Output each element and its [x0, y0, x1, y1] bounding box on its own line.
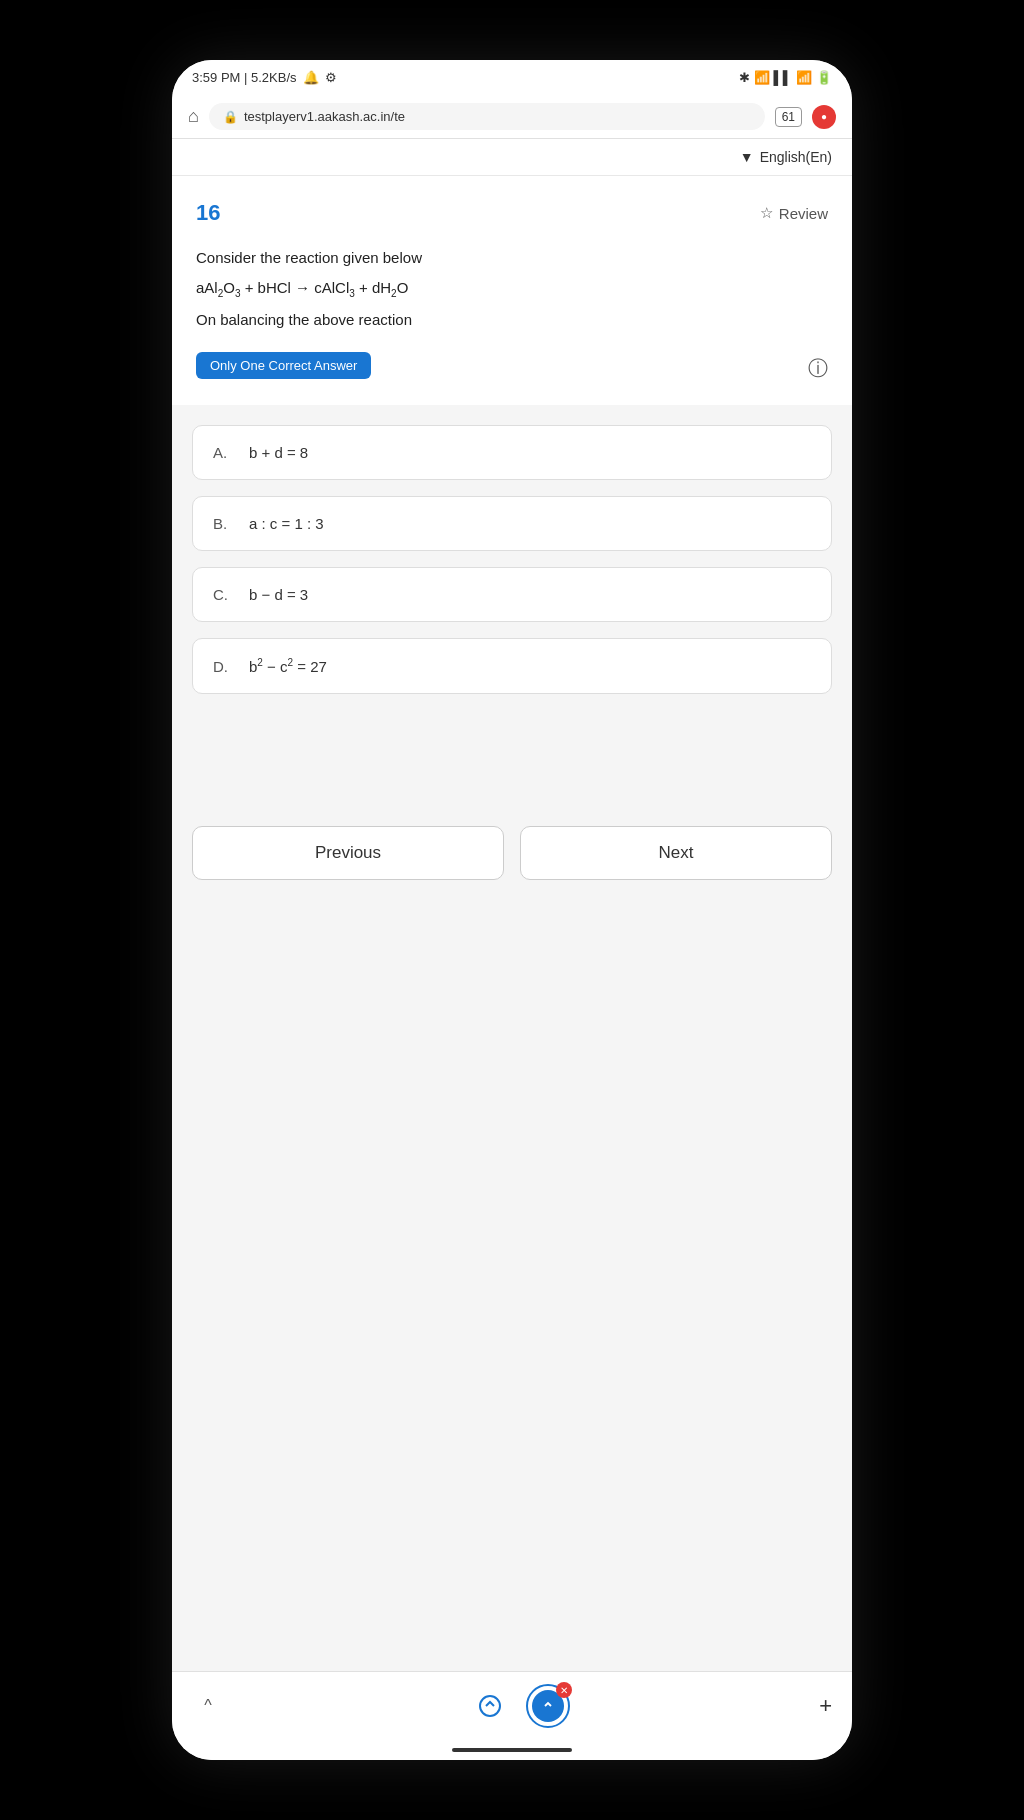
signal-icon: ▌▌ [774, 70, 792, 85]
review-button[interactable]: ☆ Review [760, 204, 828, 222]
bottom-bar: ^ ✕ + [172, 1671, 852, 1740]
settings-icon: ⚙ [325, 70, 337, 85]
bottom-nav-icons: ✕ [474, 1684, 570, 1728]
home-indicator [452, 1748, 572, 1752]
option-d[interactable]: D. b2 − c2 = 27 [192, 638, 832, 694]
nav-buttons: Previous Next [172, 810, 852, 900]
home-bar [172, 1740, 852, 1760]
option-b-label: B. [213, 515, 233, 532]
question-header: 16 ☆ Review [196, 200, 828, 226]
url-text: testplayerv1.aakash.ac.in/te [244, 109, 405, 124]
record-icon: ● [821, 111, 827, 122]
option-c[interactable]: C. b − d = 3 [192, 567, 832, 622]
option-a[interactable]: A. b + d = 8 [192, 425, 832, 480]
chevron-down-icon: ▼ [740, 149, 754, 165]
answer-type-row: Only One Correct Answer ⓘ [196, 352, 828, 385]
lock-icon: 🔒 [223, 110, 238, 124]
address-bar: ⌂ 🔒 testplayerv1.aakash.ac.in/te 61 ● [172, 95, 852, 139]
tab-count[interactable]: 61 [775, 107, 802, 127]
star-icon: ☆ [760, 204, 773, 222]
language-selector[interactable]: ▼ English(En) [740, 149, 832, 165]
option-a-text: b + d = 8 [249, 444, 308, 461]
option-d-label: D. [213, 658, 233, 675]
previous-button[interactable]: Previous [192, 826, 504, 880]
status-bar: 3:59 PM | 5.2KB/s 🔔 ⚙ ✱ 📶 ▌▌ 📶 🔋 [172, 60, 852, 95]
info-icon[interactable]: ⓘ [808, 355, 828, 382]
option-b-text: a : c = 1 : 3 [249, 515, 324, 532]
status-time: 3:59 PM | 5.2KB/s [192, 70, 297, 85]
language-bar: ▼ English(En) [172, 139, 852, 176]
chevron-up-icon[interactable]: ^ [192, 1690, 224, 1722]
option-d-text: b2 − c2 = 27 [249, 657, 327, 675]
bluetooth-icon: ✱ [739, 70, 750, 85]
reaction-equation: aAl2O3 + bHCl → cAlCl3 + dH2O [196, 276, 828, 302]
sim-icon: 📶 [754, 70, 770, 85]
review-label: Review [779, 205, 828, 222]
option-c-text: b − d = 3 [249, 586, 308, 603]
home-icon[interactable]: ⌂ [188, 106, 199, 127]
bottom-circle-button[interactable]: ✕ [526, 1684, 570, 1728]
question-container: 16 ☆ Review Consider the reaction given … [172, 176, 852, 405]
content-area: ▼ English(En) 16 ☆ Review Consider the r… [172, 139, 852, 1671]
language-label: English(En) [760, 149, 832, 165]
plus-icon[interactable]: + [819, 1693, 832, 1719]
answer-type-badge: Only One Correct Answer [196, 352, 371, 379]
status-right: ✱ 📶 ▌▌ 📶 🔋 [739, 70, 832, 85]
status-left: 3:59 PM | 5.2KB/s 🔔 ⚙ [192, 70, 337, 85]
question-text: Consider the reaction given below aAl2O3… [196, 246, 828, 332]
wifi-icon: 📶 [796, 70, 812, 85]
question-number: 16 [196, 200, 220, 226]
spacer [192, 710, 832, 790]
question-line1: Consider the reaction given below [196, 246, 828, 270]
nav-icon-1[interactable] [474, 1690, 506, 1722]
options-area: A. b + d = 8 B. a : c = 1 : 3 C. b − d =… [172, 405, 852, 810]
question-line2: On balancing the above reaction [196, 308, 828, 332]
next-button[interactable]: Next [520, 826, 832, 880]
battery-icon: 🔋 [816, 70, 832, 85]
record-button[interactable]: ● [812, 105, 836, 129]
phone-frame: 3:59 PM | 5.2KB/s 🔔 ⚙ ✱ 📶 ▌▌ 📶 🔋 ⌂ 🔒 tes… [172, 60, 852, 1760]
svg-point-0 [480, 1696, 500, 1716]
option-b[interactable]: B. a : c = 1 : 3 [192, 496, 832, 551]
url-box[interactable]: 🔒 testplayerv1.aakash.ac.in/te [209, 103, 765, 130]
close-badge: ✕ [556, 1682, 572, 1698]
option-a-label: A. [213, 444, 233, 461]
notification-icon: 🔔 [303, 70, 319, 85]
option-c-label: C. [213, 586, 233, 603]
